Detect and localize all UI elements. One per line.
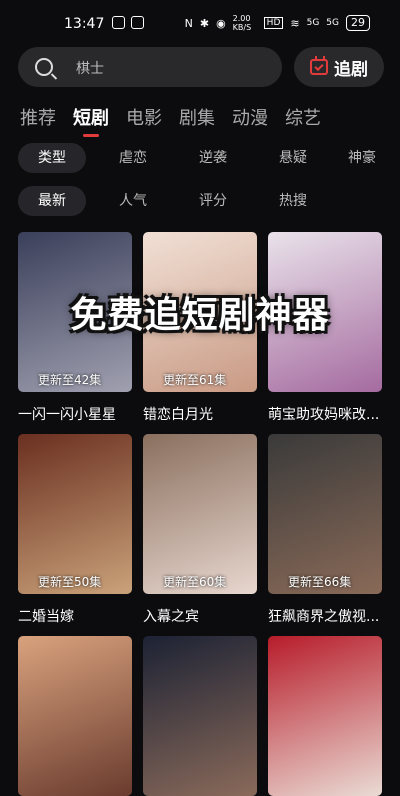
calendar-check-icon xyxy=(310,56,328,75)
search-icon xyxy=(35,58,53,76)
episode-update-label: 更新至50集 xyxy=(38,575,102,589)
follow-drama-button[interactable]: 追剧 xyxy=(294,47,384,87)
drama-title: 错恋白月光 xyxy=(143,407,213,423)
filter-type[interactable]: 类型 xyxy=(18,143,86,173)
search-input[interactable]: 棋士 xyxy=(76,58,104,78)
tab-recommend[interactable]: 推荐 xyxy=(20,104,56,130)
drama-poster[interactable]: 更新至60集 xyxy=(143,434,257,594)
episode-update-label: 更新至66集 xyxy=(288,575,352,589)
tab-short-drama[interactable]: 短剧 xyxy=(73,104,109,137)
status-bar: 13:47 N ✱ ◉ 2.00 KB/S HD ≋ 5G 5G 29 xyxy=(0,0,400,48)
notification-icons xyxy=(112,16,144,29)
status-right: N ✱ ◉ 2.00 KB/S HD ≋ 5G 5G 29 xyxy=(185,14,370,32)
nfc-icon: N xyxy=(184,16,193,30)
hd-label: HD xyxy=(263,17,284,29)
drama-card[interactable] xyxy=(268,636,382,796)
location-icon: ◉ xyxy=(216,16,226,30)
drama-poster[interactable] xyxy=(18,636,132,796)
drama-card[interactable]: 更新至50集二婚当嫁 xyxy=(18,434,132,625)
tab-variety[interactable]: 综艺 xyxy=(285,104,321,130)
tab-movie[interactable]: 电影 xyxy=(126,104,162,130)
app-notification-icon xyxy=(131,16,144,29)
network-speed: 2.00 KB/S xyxy=(232,14,252,32)
drama-title: 二婚当嫁 xyxy=(18,609,74,625)
filter-counterattack[interactable]: 逆袭 xyxy=(180,143,246,173)
sort-hot-search[interactable]: 热搜 xyxy=(246,186,340,216)
app-notification-icon xyxy=(112,16,125,29)
battery-icon: 29 xyxy=(346,15,370,31)
drama-poster[interactable] xyxy=(268,636,382,796)
drama-title: 萌宝助攻妈咪改... xyxy=(268,407,380,423)
sort-latest[interactable]: 最新 xyxy=(18,186,86,216)
tab-series[interactable]: 剧集 xyxy=(179,104,215,130)
filter-abuse-romance[interactable]: 虐恋 xyxy=(86,143,180,173)
episode-update-label: 更新至42集 xyxy=(38,373,102,387)
drama-poster[interactable]: 更新至50集 xyxy=(18,434,132,594)
drama-card[interactable]: 更新至66集狂飙商界之傲视... xyxy=(268,434,382,625)
drama-title: 入幕之宾 xyxy=(143,609,199,625)
sort-popular[interactable]: 人气 xyxy=(86,186,180,216)
drama-poster[interactable]: 更新至66集 xyxy=(268,434,382,594)
filter-suspense[interactable]: 悬疑 xyxy=(246,143,340,173)
episode-update-label: 更新至61集 xyxy=(163,373,227,387)
main-tabs: 推荐 短剧 电影 剧集 动漫 综艺 xyxy=(20,104,321,137)
sort-filter-row: 最新 人气 评分 热搜 xyxy=(18,186,340,216)
drama-card[interactable] xyxy=(143,636,257,796)
signal-5g-1: 5G xyxy=(306,18,320,28)
follow-drama-label: 追剧 xyxy=(334,59,368,80)
filter-rich[interactable]: 神豪 xyxy=(340,143,384,173)
promo-banner: 免费追短剧神器 xyxy=(70,295,330,336)
episode-update-label: 更新至60集 xyxy=(163,575,227,589)
status-time: 13:47 xyxy=(64,16,105,32)
search-bar[interactable]: 棋士 xyxy=(18,47,282,87)
bluetooth-icon: ✱ xyxy=(199,16,210,30)
drama-title: 狂飙商界之傲视... xyxy=(268,609,380,625)
drama-poster[interactable] xyxy=(143,636,257,796)
drama-title: 一闪一闪小星星 xyxy=(18,407,116,423)
tab-anime[interactable]: 动漫 xyxy=(232,104,268,130)
signal-5g-2: 5G xyxy=(326,18,339,28)
category-filter-row: 类型 虐恋 逆袭 悬疑 神豪 xyxy=(18,143,384,173)
wifi-icon: ≋ xyxy=(290,16,300,30)
drama-card[interactable]: 更新至60集入幕之宾 xyxy=(143,434,257,625)
sort-rating[interactable]: 评分 xyxy=(180,186,246,216)
drama-card[interactable] xyxy=(18,636,132,796)
